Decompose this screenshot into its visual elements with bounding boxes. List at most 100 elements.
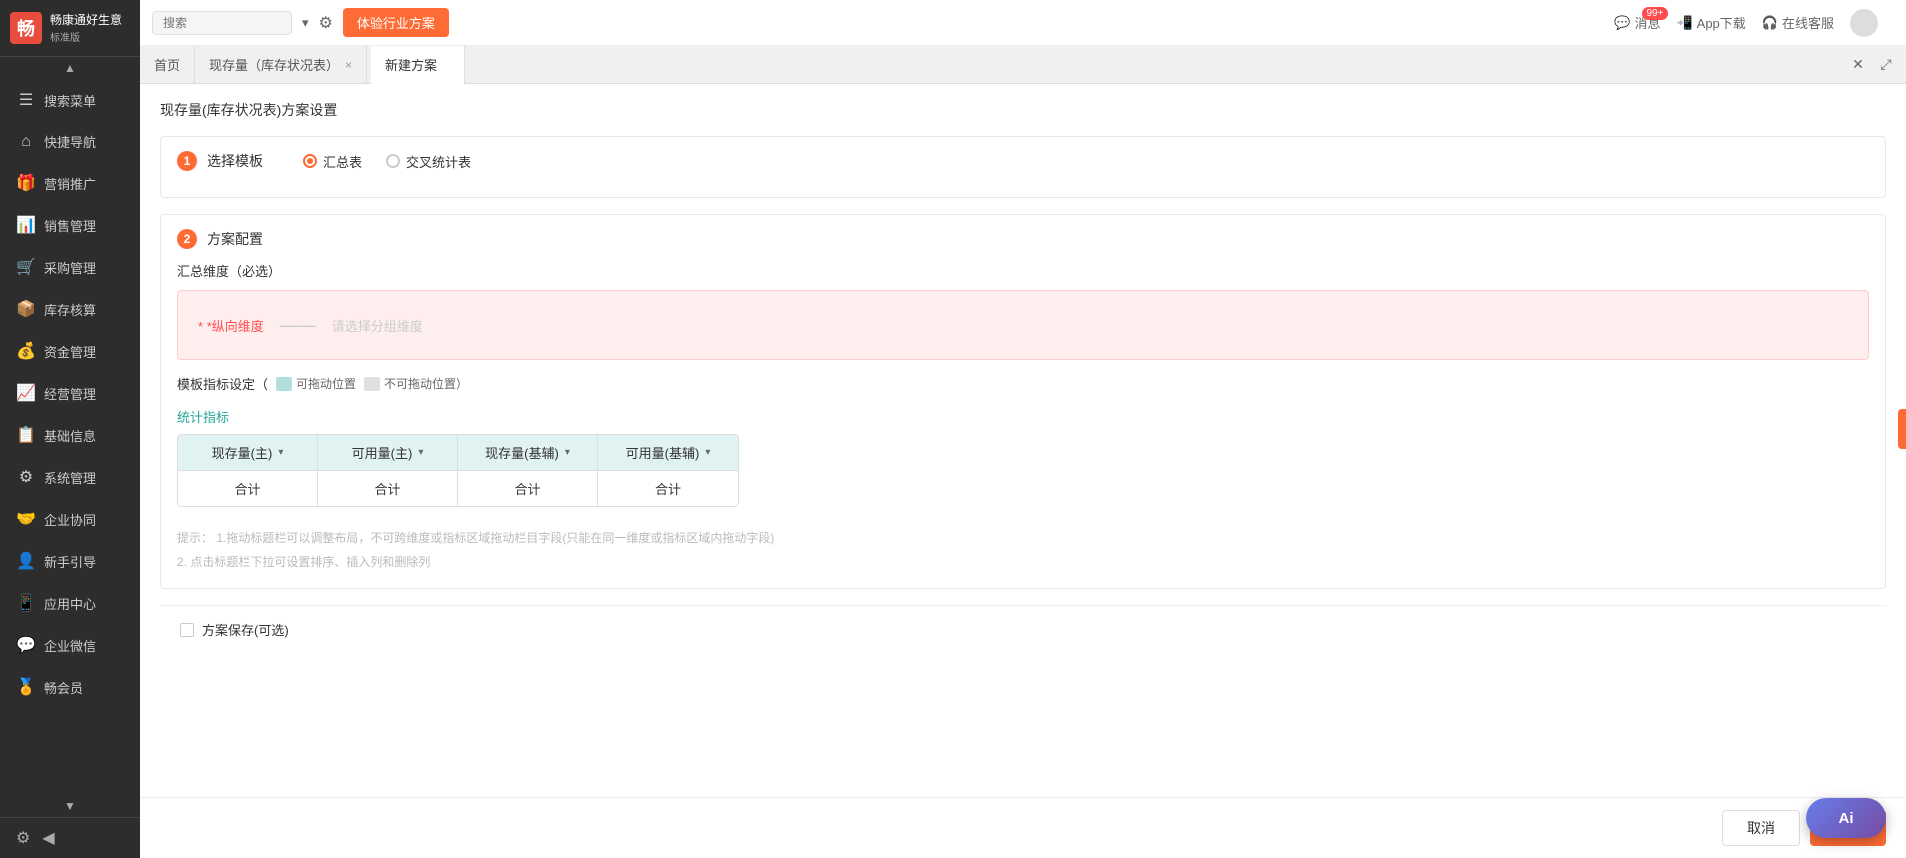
sidebar-item-system[interactable]: ⚙ 系统管理 [0, 456, 140, 498]
app-download-btn[interactable]: 📲 App下载 [1676, 13, 1745, 32]
radio-summary[interactable]: 汇总表 [303, 152, 362, 171]
topbar-gear-icon[interactable]: ⚙ [319, 13, 333, 33]
tip-1: 提示： 1.拖动标题栏可以调整布局，不可跨维度或指标区域拖动栏目字段(只能在同一… [177, 526, 1869, 550]
stats-col-0-label: 现存量(主) [212, 443, 273, 462]
chevron-icon-3: ▾ [705, 447, 710, 458]
stats-col-1: 可用量(主) ▾ [318, 435, 458, 471]
cancel-button[interactable]: 取消 [1722, 810, 1800, 846]
ai-float-button[interactable]: Ai [1806, 798, 1886, 838]
sidebar-item-label: 销售管理 [44, 216, 96, 235]
dropdown-icon[interactable]: ▾ [302, 15, 309, 31]
home-icon: ⌂ [16, 133, 36, 151]
step1-title: 选择模板 [207, 151, 263, 171]
draggable-box [276, 377, 292, 391]
main-content: ▾ ⚙ 体验行业方案 💬 消息 99+ 📲 App下载 🎧 在线客服 [140, 0, 1906, 858]
save-option: 方案保存(可选) [160, 605, 1886, 653]
sidebar: 畅 畅康通好生意 标准版 ▲ ☰ 搜索菜单 ⌂ 快捷导航 🎁 营销推广 📊 销售… [0, 0, 140, 858]
sidebar-item-newbie[interactable]: 👤 新手引导 [0, 540, 140, 582]
sidebar-item-label: 基础信息 [44, 426, 96, 445]
sidebar-item-basic-info[interactable]: 📋 基础信息 [0, 414, 140, 456]
stats-body-col-2: 合计 [458, 471, 598, 506]
app-name: 畅康通好生意 [50, 12, 122, 29]
online-service-btn[interactable]: 🎧 在线客服 [1762, 13, 1834, 32]
tab-new-scheme[interactable]: 新建方案 × [371, 46, 465, 84]
tab-inventory-close[interactable]: × [345, 58, 352, 72]
collapse-icon[interactable]: ◀ [42, 828, 54, 848]
sidebar-item-sales[interactable]: 📊 销售管理 [0, 204, 140, 246]
tab-home[interactable]: 首页 [140, 46, 195, 84]
required-star: * [198, 319, 203, 334]
save-checkbox[interactable] [180, 623, 194, 637]
panel-close-btn[interactable]: ✕ [1846, 53, 1870, 77]
stats-header-cell-2[interactable]: 现存量(基辅) ▾ [458, 435, 597, 471]
step1-section: 1 选择模板 汇总表 交叉统计表 [160, 136, 1886, 198]
sidebar-scroll-up[interactable]: ▲ [0, 57, 140, 79]
cart-icon: 🛒 [16, 257, 36, 277]
sidebar-item-marketing[interactable]: 🎁 营销推广 [0, 162, 140, 204]
stats-body-col-0: 合计 [178, 471, 318, 506]
user-avatar[interactable] [1850, 9, 1878, 37]
sidebar-item-member[interactable]: 🏅 畅会员 [0, 666, 140, 708]
stats-header-cell-0[interactable]: 现存量(主) ▾ [178, 435, 317, 471]
sidebar-item-cooperation[interactable]: 🤝 企业协同 [0, 498, 140, 540]
industry-btn[interactable]: 体验行业方案 [343, 8, 449, 37]
radio-cross[interactable]: 交叉统计表 [386, 152, 471, 171]
radio-summary-label: 汇总表 [323, 152, 362, 171]
radio-cross-circle [386, 154, 400, 168]
stats-body-cell-0: 合计 [178, 471, 317, 506]
operations-icon: 📈 [16, 383, 36, 403]
clipboard-icon: 📋 [16, 425, 36, 445]
dim-selector[interactable]: * *纵向维度 —— 请选择分组维度 [177, 290, 1869, 360]
sidebar-item-purchase[interactable]: 🛒 采购管理 [0, 246, 140, 288]
sidebar-item-label: 营销推广 [44, 174, 96, 193]
sidebar-item-enterprise-wechat[interactable]: 💬 企业微信 [0, 624, 140, 666]
sidebar-item-app-center[interactable]: 📱 应用中心 [0, 582, 140, 624]
dim-separator: —— [280, 315, 316, 336]
stats-col-2: 现存量(基辅) ▾ [458, 435, 598, 471]
sidebar-item-search[interactable]: ☰ 搜索菜单 [0, 79, 140, 121]
stats-header-cell-3[interactable]: 可用量(基辅) ▾ [598, 435, 738, 471]
radio-cross-label: 交叉统计表 [406, 152, 471, 171]
gift-icon: 🎁 [16, 173, 36, 193]
tab-inventory[interactable]: 现存量（库存状况表） × [195, 46, 367, 84]
sidebar-item-inventory[interactable]: 📦 库存核算 [0, 288, 140, 330]
money-icon: 💰 [16, 341, 36, 361]
sidebar-item-quick-nav[interactable]: ⌂ 快捷导航 [0, 121, 140, 162]
chart-icon: 📊 [16, 215, 36, 235]
stats-table-header: 现存量(主) ▾ 可用量(主) ▾ [178, 435, 738, 471]
sidebar-item-finance[interactable]: 💰 资金管理 [0, 330, 140, 372]
tip-2: 2. 点击标题栏下拉可设置排序、插入列和删除列 [177, 550, 1869, 574]
sidebar-item-label: 搜索菜单 [44, 91, 96, 110]
panel-expand-btn[interactable]: ⤢ [1874, 53, 1898, 77]
radio-summary-inner [307, 158, 313, 164]
sidebar-item-label: 系统管理 [44, 468, 96, 487]
gear-icon: ⚙ [16, 467, 36, 487]
message-badge: 99+ [1642, 7, 1669, 20]
sidebar-logo: 畅 畅康通好生意 标准版 [0, 0, 140, 57]
search-input[interactable] [152, 11, 292, 35]
service-icon: 🎧 [1762, 15, 1778, 31]
medal-icon: 🏅 [16, 677, 36, 697]
stats-header-cell-1[interactable]: 可用量(主) ▾ [318, 435, 457, 471]
step2-section: 2 方案配置 汇总维度（必选） * *纵向维度 —— 请选择分组维度 [160, 214, 1886, 589]
sidebar-item-label: 企业协同 [44, 510, 96, 529]
topbar: ▾ ⚙ 体验行业方案 💬 消息 99+ 📲 App下载 🎧 在线客服 [140, 0, 1906, 46]
sidebar-item-label: 畅会员 [44, 678, 83, 697]
tab-new-scheme-close[interactable]: × [443, 58, 450, 72]
settings-icon[interactable]: ⚙ [16, 828, 30, 848]
step2-title: 方案配置 [207, 229, 263, 249]
radio-summary-circle [303, 154, 317, 168]
sidebar-scroll-down[interactable]: ▼ [0, 795, 140, 817]
page-content-area: 现存量(库存状况表)方案设置 1 选择模板 汇总表 [140, 84, 1906, 797]
handshake-icon: 🤝 [16, 509, 36, 529]
message-btn[interactable]: 💬 消息 99+ [1614, 13, 1660, 32]
sidebar-item-operations[interactable]: 📈 经营管理 [0, 372, 140, 414]
chevron-icon-2: ▾ [565, 447, 570, 458]
resize-handle[interactable] [1898, 409, 1906, 449]
tab-inventory-label: 现存量（库存状况表） [209, 55, 339, 74]
mobile-icon: 📱 [16, 593, 36, 613]
app-download-label: App下载 [1697, 13, 1746, 32]
indicator-settings: 模板指标设定（ 可拖动位置 不可拖动位置） [177, 374, 1869, 393]
box-icon: 📦 [16, 299, 36, 319]
stats-body-col-1: 合计 [318, 471, 458, 506]
